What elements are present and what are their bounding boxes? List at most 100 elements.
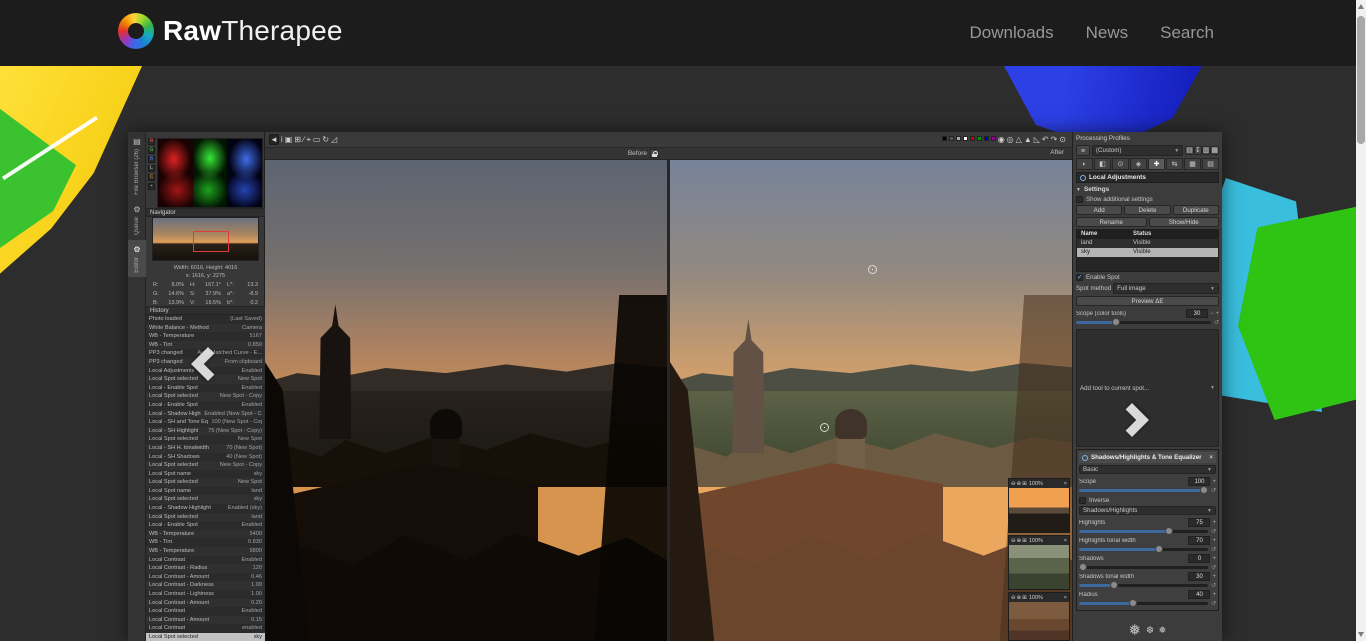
toolbar-icon[interactable]: ▲	[1024, 135, 1032, 144]
adjustment-slider[interactable]: Radius 40 + ↺	[1079, 590, 1216, 607]
toolbar-icon[interactable]: ⌖	[306, 135, 311, 144]
slider-track[interactable]	[1076, 318, 1211, 326]
enable-spot-checkbox[interactable]: Enable Spot	[1076, 274, 1219, 281]
history-row[interactable]: Local Spot selected New Spot	[146, 435, 265, 444]
main-vertical-tab[interactable]: ⚙ Editor	[128, 239, 146, 278]
toolbar-icon[interactable]: ◄	[269, 133, 279, 145]
slider-thumb[interactable]	[1129, 599, 1138, 607]
history-row[interactable]: Local - SH Shadows 40 (New Spot)	[146, 453, 265, 462]
site-logo[interactable]: RawTherapee	[118, 13, 343, 49]
delete-spot-button[interactable]: Delete	[1124, 205, 1171, 215]
history-row[interactable]: Local Contrast - Amount 0.20	[146, 598, 265, 608]
slider-track[interactable]	[1079, 545, 1208, 553]
show-hide-spot-button[interactable]: Show/Hide	[1148, 217, 1219, 227]
duplicate-spot-button[interactable]: Duplicate	[1172, 205, 1219, 215]
history-row[interactable]: Local Contrast - Radius 120	[146, 564, 265, 573]
tool-tab[interactable]: ◧	[1094, 158, 1111, 170]
history-row[interactable]: Local - SH and Tone Equ... 100 (New Spot…	[146, 418, 265, 427]
histogram-toggle-button[interactable]: L	[148, 165, 155, 172]
sh-mode-select[interactable]: Shadows/Highlights ▼	[1079, 506, 1216, 515]
toolbar-icon[interactable]: ↶	[1042, 135, 1049, 144]
close-icon[interactable]: ×	[1209, 454, 1213, 461]
increment-icon[interactable]: +	[1212, 538, 1216, 544]
slider-value[interactable]: 0	[1188, 554, 1211, 563]
after-image[interactable]: ⊖ ⊕ ⊞ 100% × ⊖ ⊕ ⊞ 100% × ⊖ ⊕ ⊞ 100% ×	[670, 160, 1072, 641]
toolbar-icon[interactable]: ⊞	[294, 135, 301, 144]
detail-window[interactable]: ⊖ ⊕ ⊞ 100% ×	[1008, 592, 1070, 641]
toolbar-icon[interactable]: ◉	[998, 135, 1005, 144]
toolbar-icon[interactable]: △	[1016, 135, 1022, 144]
histogram-panel[interactable]	[157, 138, 263, 208]
increment-icon[interactable]: +	[1212, 574, 1216, 580]
toolbar-icon[interactable]: i	[281, 135, 283, 144]
spot-row[interactable]: sky Visible	[1077, 248, 1218, 257]
profile-select[interactable]: (Custom) ▼	[1092, 145, 1184, 156]
histogram-toggle-button[interactable]: C	[148, 174, 155, 181]
slider-track[interactable]	[1079, 486, 1209, 494]
toolbar-icon[interactable]: ∕	[303, 135, 304, 144]
local-spot-marker-sky[interactable]	[868, 265, 877, 274]
slider-track[interactable]	[1079, 599, 1208, 607]
close-icon[interactable]: ×	[1064, 538, 1067, 544]
lock-icon[interactable]	[650, 149, 659, 158]
tool-tab[interactable]: ▤	[1202, 158, 1219, 170]
history-row[interactable]: Local - Shadow Highlight Enabled (sky)	[146, 504, 265, 513]
decrement-icon[interactable]: −	[1210, 311, 1214, 317]
increment-icon[interactable]: +	[1212, 556, 1216, 562]
history-row[interactable]: Local - Enable Spot Enabled	[146, 521, 265, 530]
history-row[interactable]: Local Contrast - Amount 0.15	[146, 615, 265, 625]
increment-icon[interactable]: +	[1215, 311, 1219, 317]
zoom-in-icon[interactable]: ⊕	[1017, 481, 1022, 487]
scrollbar-thumb[interactable]	[1357, 16, 1365, 144]
scope-color-tools-slider[interactable]: Scope (color tools) 30 − + ↺	[1076, 309, 1219, 326]
bg-color-swatch[interactable]	[962, 136, 968, 141]
tool-tab[interactable]: ⊙	[1112, 158, 1129, 170]
history-row[interactable]: WB - Temperature 5167	[146, 332, 265, 341]
profile-fill-mode-icon[interactable]: ≡	[1076, 145, 1090, 156]
reset-icon[interactable]: ↺	[1211, 600, 1216, 607]
history-row[interactable]: Local - SH H. tonalwidth 70 (New Spot)	[146, 443, 265, 453]
history-row[interactable]: Local - Shadow Highlight Enabled (New Sp…	[146, 409, 265, 419]
adjustment-slider[interactable]: Highlights tonal width 70 + ↺	[1079, 536, 1216, 553]
zoom-in-icon[interactable]: ⊕	[1017, 538, 1022, 544]
show-additional-settings-checkbox[interactable]: Show additional settings	[1076, 196, 1219, 203]
zoom-out-icon[interactable]: ⊖	[1011, 481, 1016, 487]
preview-deltae-button[interactable]: Preview ΔE	[1076, 296, 1219, 306]
slider-thumb[interactable]	[1109, 581, 1118, 589]
increment-icon[interactable]: +	[1212, 592, 1216, 598]
history-row[interactable]: Photo loaded (Last Saved)	[146, 315, 265, 324]
slider-track[interactable]	[1078, 563, 1208, 571]
tool-tab[interactable]: ⇆	[1166, 158, 1183, 170]
slider-thumb[interactable]	[1154, 545, 1163, 553]
history-row[interactable]: WB - Temperature 5800	[146, 547, 265, 556]
reset-icon[interactable]: ↺	[1214, 319, 1219, 326]
history-row[interactable]: Local Contrast Enabled	[146, 556, 265, 565]
nav-link[interactable]: Search	[1160, 23, 1214, 43]
history-row[interactable]: Local Spot selected New Spot - Copy	[146, 461, 265, 470]
toolbar-icon[interactable]: ⊙	[1059, 135, 1066, 144]
bg-color-swatch[interactable]	[941, 136, 947, 141]
bg-color-swatch[interactable]	[969, 136, 975, 141]
zoom-in-icon[interactable]: ⊕	[1017, 595, 1022, 601]
zoom-fit-icon[interactable]: ⊞	[1022, 538, 1027, 544]
scroll-up-icon[interactable]	[1358, 4, 1364, 9]
slider-thumb[interactable]	[1165, 527, 1174, 535]
tool-scope-slider[interactable]: Scope 100 + ↺	[1079, 477, 1216, 494]
nav-link[interactable]: News	[1086, 23, 1129, 43]
toolbar-icon[interactable]: ◺	[1034, 135, 1040, 144]
history-row[interactable]: WB - Temperature 5400	[146, 529, 265, 539]
increment-icon[interactable]: +	[1212, 520, 1216, 526]
before-image[interactable]	[265, 160, 667, 641]
scroll-down-icon[interactable]	[1358, 632, 1364, 637]
history-row[interactable]: Local Contrast enabled	[146, 624, 265, 633]
reset-icon[interactable]: ↺	[1211, 564, 1216, 571]
history-row[interactable]: Local Spot name land	[146, 487, 265, 496]
slider-track[interactable]	[1079, 581, 1208, 589]
main-vertical-tab[interactable]: ▤ File Browser (26)	[128, 132, 146, 200]
slider-thumb[interactable]	[1112, 318, 1121, 326]
nav-link[interactable]: Downloads	[970, 23, 1054, 43]
tool-tab[interactable]: ◐	[1076, 158, 1093, 170]
zoom-out-icon[interactable]: ⊖	[1011, 538, 1016, 544]
slider-track[interactable]	[1079, 527, 1208, 535]
tool-tab[interactable]: ▦	[1184, 158, 1201, 170]
